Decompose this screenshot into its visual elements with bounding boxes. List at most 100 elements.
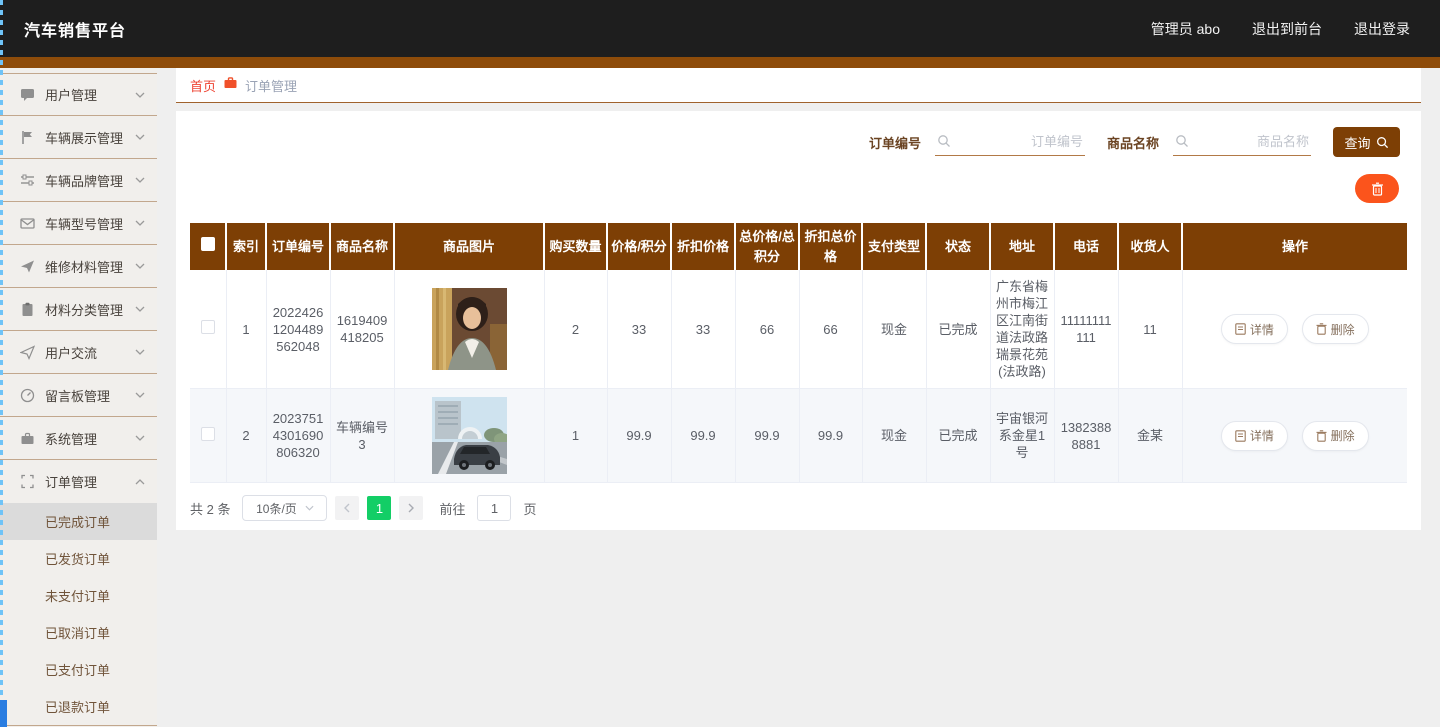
detail-button-label: 详情 bbox=[1249, 429, 1274, 443]
cell-actions: 详情 删除 bbox=[1182, 388, 1407, 483]
sidebar-item-material-category-mgmt[interactable]: 材料分类管理 bbox=[0, 288, 157, 331]
product-image-portrait bbox=[431, 288, 507, 370]
cell-index: 1 bbox=[226, 270, 267, 389]
product-name-input[interactable] bbox=[1173, 128, 1311, 156]
prev-page-button[interactable] bbox=[335, 496, 360, 520]
chevron-down-icon bbox=[135, 220, 145, 226]
delete-button[interactable]: 删除 bbox=[1301, 420, 1369, 451]
sidebar-item-label: 车辆展示管理 bbox=[45, 130, 124, 146]
document-icon bbox=[1235, 429, 1246, 442]
exit-to-front-link[interactable]: 退出到前台 bbox=[1252, 19, 1322, 39]
orders-table-wrap: 索引 订单编号 商品名称 商品图片 购买数量 价格/积分 折扣价格 总价格/总积… bbox=[176, 203, 1421, 483]
detail-button-label: 详情 bbox=[1249, 322, 1274, 337]
batch-delete-button[interactable] bbox=[1355, 174, 1399, 203]
sidebar-item-user-communication[interactable]: 用户交流 bbox=[0, 331, 157, 374]
sidebar-item-label: 用户交流 bbox=[45, 345, 98, 361]
goto-page-input[interactable] bbox=[477, 495, 512, 521]
breadcrumb-current: 订单管理 bbox=[245, 78, 298, 94]
clipboard-icon bbox=[20, 302, 35, 317]
sidebar-item-vehicle-display-mgmt[interactable]: 车辆展示管理 bbox=[0, 116, 157, 159]
submenu-item-refunded-orders[interactable]: 已退款订单 bbox=[0, 688, 157, 725]
sidebar-item-label: 留言板管理 bbox=[45, 388, 111, 404]
query-button[interactable]: 查询 bbox=[1333, 127, 1400, 157]
delete-button[interactable]: 删除 bbox=[1301, 314, 1369, 344]
sidebar-item-vehicle-model-mgmt[interactable]: 车辆型号管理 bbox=[0, 202, 157, 245]
sidebar-item-message-board-mgmt[interactable]: 留言板管理 bbox=[0, 374, 157, 417]
order-no-input-wrap bbox=[934, 128, 1085, 156]
app-title: 汽车销售平台 bbox=[24, 22, 127, 40]
total-count: 共 2 条 bbox=[190, 501, 231, 517]
row-checkbox[interactable] bbox=[200, 426, 215, 441]
comment-icon bbox=[20, 87, 35, 102]
submenu-item-unpaid-orders[interactable]: 未支付订单 bbox=[0, 577, 157, 614]
col-index: 索引 bbox=[226, 223, 267, 270]
detail-button[interactable]: 详情 bbox=[1220, 420, 1288, 451]
cell-discount-price: 33 bbox=[671, 270, 736, 389]
submenu-item-paid-orders[interactable]: 已支付订单 bbox=[0, 651, 157, 688]
cell-order-no: 20224261204489562048 bbox=[266, 270, 331, 389]
sidebar-item-label: 用户管理 bbox=[45, 88, 98, 103]
sidebar-item-label: 车辆品牌管理 bbox=[45, 173, 124, 189]
admin-user-link[interactable]: 管理员 abo bbox=[1151, 19, 1220, 39]
page-size-select[interactable]: 10条/页 bbox=[242, 495, 328, 521]
sidebar-item-label: 订单管理 bbox=[45, 475, 98, 490]
page-number-active[interactable]: 1 bbox=[367, 496, 392, 520]
sidebar-item-label: 材料分类管理 bbox=[45, 302, 124, 318]
breadcrumb-home-link[interactable]: 首页 bbox=[190, 76, 216, 95]
cell-address: 宇宙银河系金星1号 bbox=[990, 388, 1055, 483]
cell-phone: 11111111111 bbox=[1054, 270, 1119, 389]
select-all-cell bbox=[190, 223, 227, 270]
sidebar: 用户管理 车辆展示管理 车辆品牌管理 车辆型号管理 维修材料管理 材料分类管理 bbox=[0, 68, 157, 727]
logout-link[interactable]: 退出登录 bbox=[1354, 19, 1410, 39]
flag-icon bbox=[20, 130, 35, 145]
sidebar-item-repair-material-mgmt[interactable]: 维修材料管理 bbox=[0, 245, 157, 288]
top-links: 管理员 abo 退出到前台 退出登录 bbox=[1151, 19, 1410, 39]
breadcrumb: 首页 订单管理 bbox=[176, 68, 1421, 103]
select-all-checkbox[interactable] bbox=[200, 236, 215, 251]
product-name-label: 商品名称 bbox=[1106, 135, 1159, 151]
submenu-item-cancelled-orders[interactable]: 已取消订单 bbox=[0, 614, 157, 651]
paper-plane-icon bbox=[20, 344, 35, 360]
chevron-right-icon bbox=[408, 503, 415, 513]
scrollbar-thumb[interactable] bbox=[0, 700, 7, 727]
sidebar-item-label: 维修材料管理 bbox=[45, 259, 124, 275]
page-size-value: 10条/页 bbox=[256, 501, 297, 516]
cell-quantity: 1 bbox=[544, 388, 608, 483]
sidebar-item-system-mgmt[interactable]: 系统管理 bbox=[0, 417, 157, 460]
envelope-icon bbox=[20, 216, 35, 231]
next-page-button[interactable] bbox=[399, 496, 424, 520]
search-icon bbox=[937, 134, 951, 153]
content-card: 订单编号 商品名称 查询 bbox=[176, 111, 1421, 530]
cell-product-name: 车辆编号3 bbox=[330, 388, 395, 483]
col-price: 价格/积分 bbox=[607, 223, 672, 270]
row-checkbox[interactable] bbox=[200, 320, 215, 334]
order-no-input[interactable] bbox=[934, 128, 1085, 156]
submenu-item-shipped-orders[interactable]: 已发货订单 bbox=[0, 540, 157, 577]
query-button-label: 查询 bbox=[1344, 135, 1371, 151]
col-actions: 操作 bbox=[1182, 223, 1407, 270]
col-quantity: 购买数量 bbox=[544, 223, 608, 270]
trash-icon bbox=[1316, 429, 1327, 442]
chevron-down-icon bbox=[135, 177, 145, 183]
sidebar-item-user-mgmt[interactable]: 用户管理 bbox=[0, 73, 157, 116]
cell-discount-total: 66 bbox=[799, 270, 863, 389]
cell-total: 66 bbox=[735, 270, 800, 389]
col-discount-total: 折扣总价格 bbox=[799, 223, 863, 270]
main-content: 首页 订单管理 订单编号 商品名称 查询 bbox=[157, 68, 1440, 727]
cell-status: 已完成 bbox=[926, 388, 991, 483]
order-no-label: 订单编号 bbox=[868, 135, 921, 151]
orders-table: 索引 订单编号 商品名称 商品图片 购买数量 价格/积分 折扣价格 总价格/总积… bbox=[190, 223, 1407, 483]
chevron-down-icon bbox=[135, 435, 145, 441]
batch-delete-row bbox=[176, 157, 1421, 203]
pagination: 共 2 条 10条/页 1 前往 页 bbox=[176, 483, 1421, 521]
sidebar-item-vehicle-brand-mgmt[interactable]: 车辆品牌管理 bbox=[0, 159, 157, 202]
sidebar-item-order-mgmt[interactable]: 订单管理 bbox=[0, 460, 157, 503]
submenu-item-completed-orders[interactable]: 已完成订单 bbox=[0, 503, 157, 540]
detail-button[interactable]: 详情 bbox=[1220, 314, 1288, 344]
cell-consignee: 金某 bbox=[1118, 388, 1183, 483]
app-window: 汽车销售平台 管理员 abo 退出到前台 退出登录 用户管理 车辆展示管理 车辆… bbox=[0, 0, 1440, 727]
cell-consignee: 11 bbox=[1118, 270, 1183, 389]
chevron-left-icon bbox=[344, 503, 350, 513]
col-product-name: 商品名称 bbox=[330, 223, 395, 270]
col-pay-type: 支付类型 bbox=[862, 223, 927, 270]
